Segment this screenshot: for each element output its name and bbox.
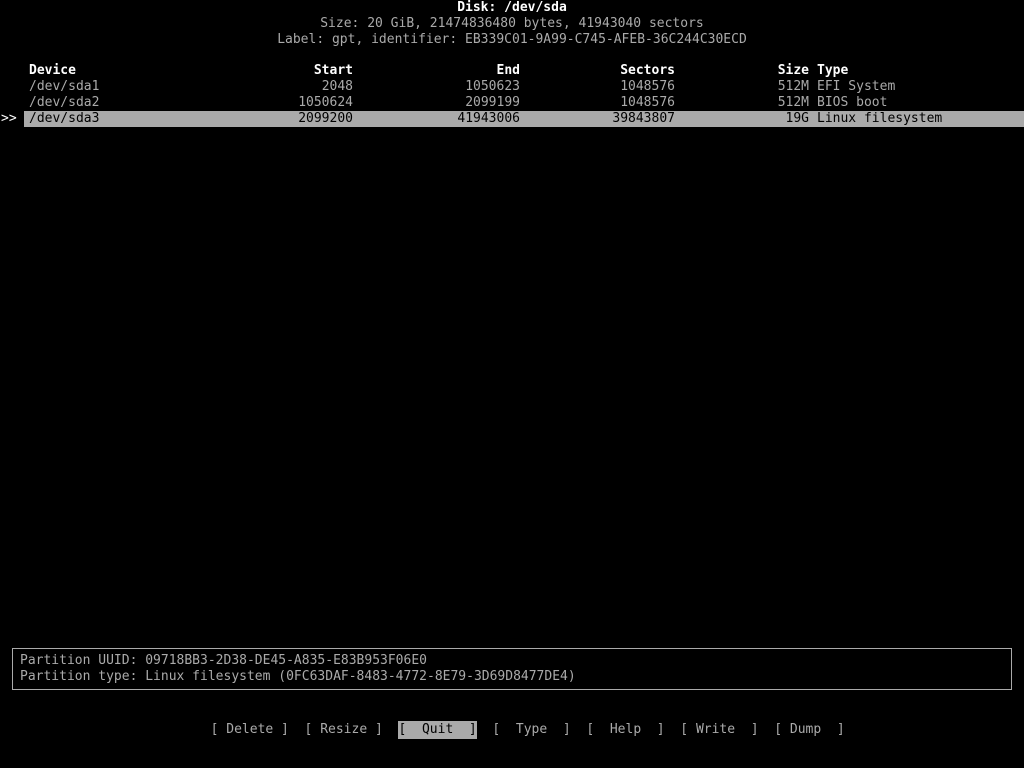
partition-type: Linux filesystem	[817, 111, 943, 126]
menu-gap	[759, 721, 775, 739]
partition-device: /dev/sda3	[29, 111, 100, 126]
menu-button-type[interactable]: [ Type ]	[492, 721, 570, 739]
menu-button-help[interactable]: [ Help ]	[586, 721, 664, 739]
partition-sectors: 1048576	[620, 79, 675, 94]
partition-type: EFI System	[817, 79, 896, 94]
column-header-type: Type	[817, 63, 849, 78]
menu-bar: [ Delete ] [ Resize ] [ Quit ] [ Type ] …	[0, 703, 1024, 739]
partition-table: Device Start End Sectors Size Type /dev/…	[0, 63, 1024, 127]
menu-button-write[interactable]: [ Write ]	[680, 721, 758, 739]
partition-type: BIOS boot	[817, 95, 888, 110]
column-header-end: End	[496, 63, 520, 78]
disk-label-line: Label: gpt, identifier: EB339C01-9A99-C7…	[277, 32, 747, 47]
menu-button-quit[interactable]: [ Quit ]	[398, 721, 477, 739]
menu-gap	[477, 721, 493, 739]
partition-size: 19G	[785, 111, 809, 126]
partition-start: 2048	[321, 79, 353, 94]
disk-title: Disk: /dev/sda	[457, 0, 567, 15]
column-header-sectors: Sectors	[620, 63, 675, 78]
menu-button-delete[interactable]: [ Delete ]	[211, 721, 289, 739]
disk-size-line: Size: 20 GiB, 21474836480 bytes, 4194304…	[320, 16, 704, 31]
menu-gap	[383, 721, 399, 739]
partition-device: /dev/sda2	[29, 95, 100, 110]
column-header-start: Start	[313, 63, 353, 78]
partition-device: /dev/sda1	[29, 79, 100, 94]
menu-gap	[665, 721, 681, 739]
column-header-size: Size	[777, 63, 809, 78]
partition-sectors: 1048576	[620, 95, 675, 110]
partition-info-box: Partition UUID: 09718BB3-2D38-DE45-A835-…	[12, 648, 1012, 690]
table-row[interactable]: /dev/sda2 1050624 2099199 1048576 512M B…	[0, 95, 1024, 111]
menu-button-dump[interactable]: [ Dump ]	[774, 721, 844, 739]
partition-start: 1050624	[298, 95, 353, 110]
partition-end: 41943006	[457, 111, 520, 126]
partition-size: 512M	[777, 95, 809, 110]
partition-end: 1050623	[465, 79, 520, 94]
menu-gap	[571, 721, 587, 739]
table-header-row: Device Start End Sectors Size Type	[0, 63, 1024, 79]
table-row-selected[interactable]: >> /dev/sda3 2099200 41943006 39843807 1…	[0, 111, 1024, 127]
partition-type-line: Partition type: Linux filesystem (0FC63D…	[20, 669, 576, 684]
disk-header: Disk: /dev/sda Size: 20 GiB, 21474836480…	[0, 0, 1024, 48]
cfdisk-screen: Disk: /dev/sda Size: 20 GiB, 21474836480…	[0, 0, 1024, 768]
partition-start: 2099200	[298, 111, 353, 126]
menu-gap	[289, 721, 305, 739]
partition-sectors: 39843807	[612, 111, 675, 126]
partition-uuid-line: Partition UUID: 09718BB3-2D38-DE45-A835-…	[20, 653, 427, 668]
column-header-device: Device	[29, 63, 76, 78]
selection-marker-icon: >>	[0, 111, 24, 127]
partition-size: 512M	[777, 79, 809, 94]
partition-end: 2099199	[465, 95, 520, 110]
menu-button-resize[interactable]: [ Resize ]	[305, 721, 383, 739]
table-row[interactable]: /dev/sda1 2048 1050623 1048576 512M EFI …	[0, 79, 1024, 95]
